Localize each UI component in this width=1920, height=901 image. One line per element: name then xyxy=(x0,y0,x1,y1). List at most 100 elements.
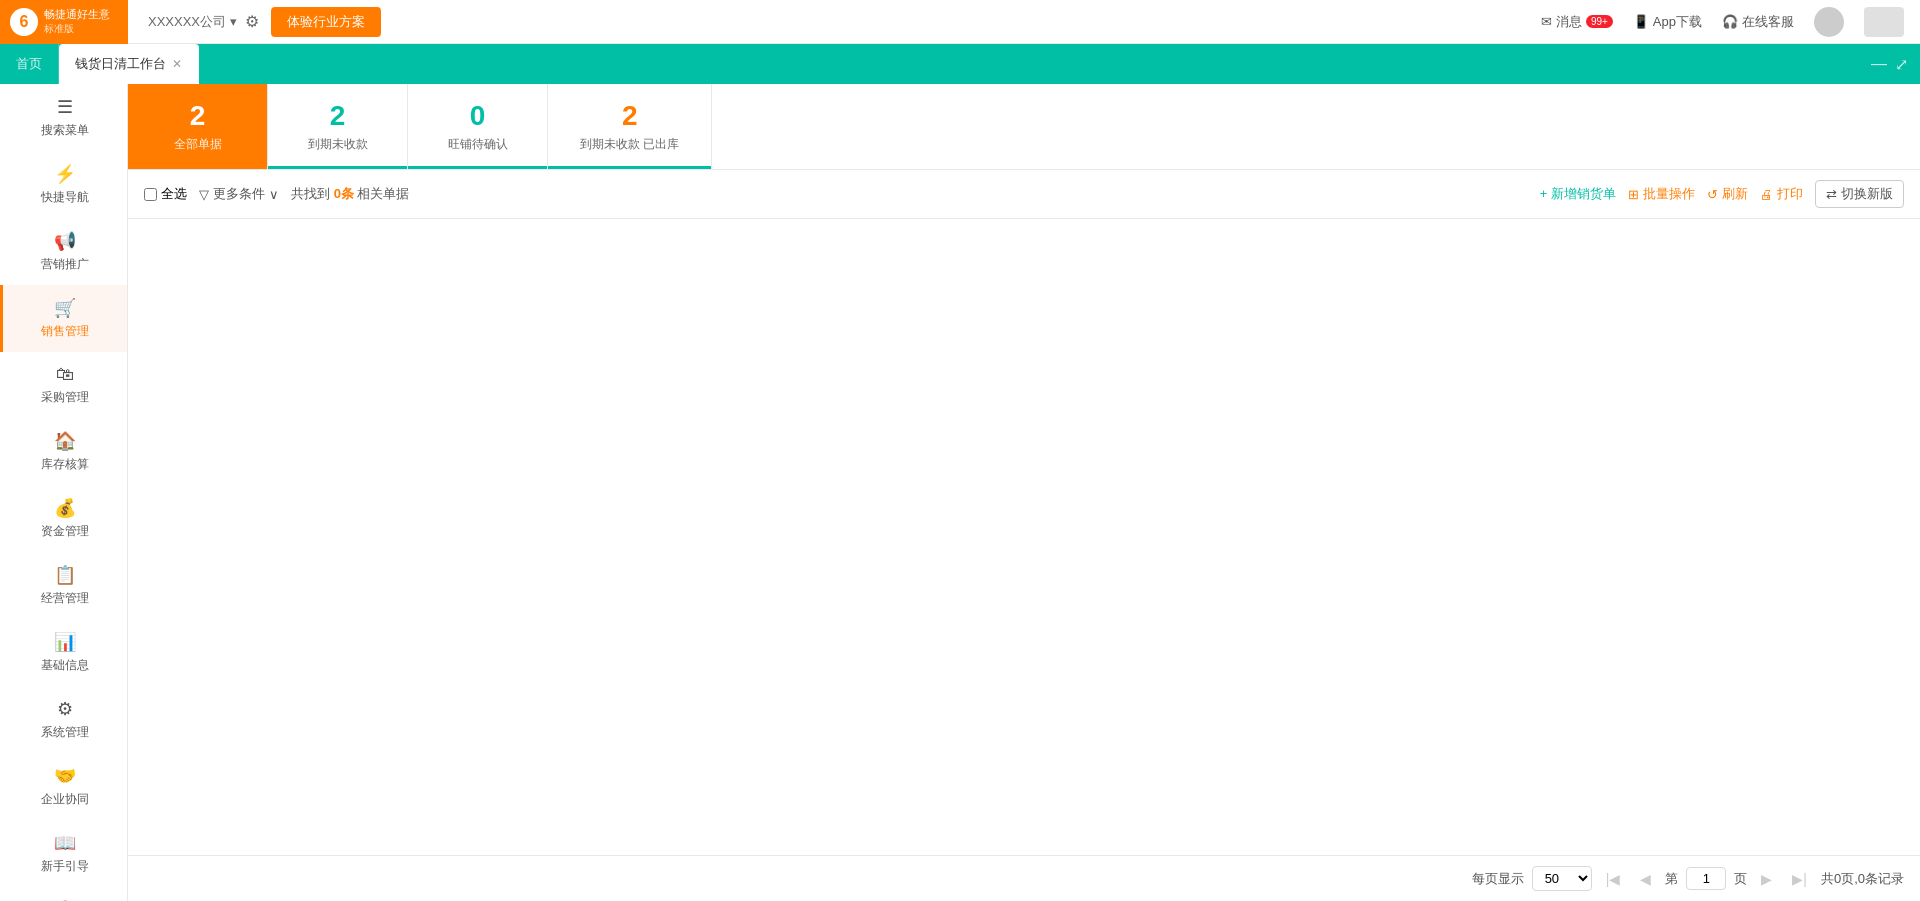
toolbar-left: 全选 ▽ 更多条件 ∨ 共找到 0条 相关单据 xyxy=(144,185,409,203)
batch-action-btn[interactable]: ⊞ 批量操作 xyxy=(1628,185,1695,203)
sidebar-item-purchase[interactable]: 🛍 采购管理 xyxy=(0,352,127,418)
sidebar-system-label: 系统管理 xyxy=(41,724,89,741)
select-all-label: 全选 xyxy=(161,185,187,203)
trial-button[interactable]: 体验行业方案 xyxy=(271,7,381,37)
sidebar-marketing-label: 营销推广 xyxy=(41,256,89,273)
page-input[interactable] xyxy=(1686,867,1726,890)
sidebar-nav-label: 快捷导航 xyxy=(41,189,89,206)
stat-shipped-label: 到期未收款 已出库 xyxy=(580,136,679,153)
nav-icon: ⚡ xyxy=(54,163,76,185)
filter-icon: ▽ xyxy=(199,187,209,202)
system-icon: ⚙ xyxy=(57,698,73,720)
print-btn[interactable]: 🖨 打印 xyxy=(1760,185,1803,203)
message-action[interactable]: ✉ 消息 99+ xyxy=(1541,13,1613,31)
next-page-btn[interactable]: ▶ xyxy=(1755,869,1778,889)
company-selector[interactable]: XXXXXX公司 ▾ xyxy=(148,13,237,31)
marketing-icon: 📢 xyxy=(54,230,76,252)
total-info: 共0页,0条记录 xyxy=(1821,870,1904,888)
tab-close-icon[interactable]: ✕ xyxy=(172,57,182,71)
main-content: 2 全部单据 2 到期未收款 0 旺铺待确认 2 到期未收款 已出库 xyxy=(128,84,1920,901)
sidebar-purchase-label: 采购管理 xyxy=(41,389,89,406)
switch-version-btn[interactable]: ⇄ 切换新版 xyxy=(1815,180,1904,208)
sidebar-item-apps[interactable]: 📦 应用中心 xyxy=(0,887,127,901)
top-header: 6 畅捷通好生意 标准版 XXXXXX公司 ▾ ⚙ 体验行业方案 ✉ 消息 99… xyxy=(0,0,1920,44)
sidebar-item-system[interactable]: ⚙ 系统管理 xyxy=(0,686,127,753)
sidebar-item-sales[interactable]: 🛒 销售管理 xyxy=(0,285,127,352)
user-name-area[interactable] xyxy=(1864,7,1904,37)
stat-all[interactable]: 2 全部单据 xyxy=(128,84,268,169)
stats-row: 2 全部单据 2 到期未收款 0 旺铺待确认 2 到期未收款 已出库 xyxy=(128,84,1920,170)
tab-minimize-icon[interactable]: — xyxy=(1871,55,1887,73)
sidebar-item-nav[interactable]: ⚡ 快捷导航 xyxy=(0,151,127,218)
found-count: 0条 xyxy=(334,186,354,201)
avatar[interactable] xyxy=(1814,7,1844,37)
message-icon: ✉ xyxy=(1541,14,1552,29)
settings-icon[interactable]: ⚙ xyxy=(245,12,259,31)
guide-icon: 📖 xyxy=(54,832,76,854)
tab-bar: 首页 钱货日清工作台 ✕ — ⤢ xyxy=(0,44,1920,84)
message-badge: 99+ xyxy=(1586,15,1613,28)
stat-overdue[interactable]: 2 到期未收款 xyxy=(268,84,408,169)
refresh-label: 刷新 xyxy=(1722,185,1748,203)
message-label: 消息 xyxy=(1556,13,1582,31)
sidebar-inventory-label: 库存核算 xyxy=(41,456,89,473)
stat-pending[interactable]: 0 旺铺待确认 xyxy=(408,84,548,169)
refresh-btn[interactable]: ↺ 刷新 xyxy=(1707,185,1748,203)
found-text-area: 共找到 0条 相关单据 xyxy=(291,185,409,203)
app-download-action[interactable]: 📱 App下载 xyxy=(1633,13,1702,31)
tab-expand-icon[interactable]: ⤢ xyxy=(1895,55,1908,74)
sidebar-item-enterprise[interactable]: 🤝 企业协同 xyxy=(0,753,127,820)
last-page-btn[interactable]: ▶| xyxy=(1786,869,1813,889)
page-unit: 页 xyxy=(1734,870,1747,888)
company-name: XXXXXX公司 xyxy=(148,13,226,31)
filter-down-icon: ∨ xyxy=(269,187,279,202)
switch-label: 切换新版 xyxy=(1841,185,1893,203)
stat-shipped[interactable]: 2 到期未收款 已出库 xyxy=(548,84,712,169)
sidebar-item-operation[interactable]: 📋 经营管理 xyxy=(0,552,127,619)
logo-icon: 6 xyxy=(10,8,38,36)
refresh-icon: ↺ xyxy=(1707,187,1718,202)
page-size-select[interactable]: 50 100 xyxy=(1532,866,1592,891)
sidebar-item-inventory[interactable]: 🏠 库存核算 xyxy=(0,418,127,485)
switch-icon: ⇄ xyxy=(1826,187,1837,202)
main-layout: ☰ 搜索菜单 ⚡ 快捷导航 📢 营销推广 🛒 销售管理 🛍 采购管理 🏠 库存核… xyxy=(0,84,1920,901)
headset-icon: 🎧 xyxy=(1722,14,1738,29)
enterprise-icon: 🤝 xyxy=(54,765,76,787)
header-right: ✉ 消息 99+ 📱 App下载 🎧 在线客服 xyxy=(1541,7,1904,37)
sidebar-item-guide[interactable]: 📖 新手引导 xyxy=(0,820,127,887)
sidebar-item-finance[interactable]: 💰 资金管理 xyxy=(0,485,127,552)
sidebar-operation-label: 经营管理 xyxy=(41,590,89,607)
add-label: + 新增销货单 xyxy=(1540,185,1616,203)
tab-home-label: 首页 xyxy=(16,55,42,73)
operation-icon: 📋 xyxy=(54,564,76,586)
online-service-action[interactable]: 🎧 在线客服 xyxy=(1722,13,1794,31)
app-download-label: App下载 xyxy=(1653,13,1702,31)
search-menu-icon: ☰ xyxy=(57,96,73,118)
sidebar-guide-label: 新手引导 xyxy=(41,858,89,875)
purchase-icon: 🛍 xyxy=(56,364,74,385)
sidebar-basic-label: 基础信息 xyxy=(41,657,89,674)
filter-button[interactable]: ▽ 更多条件 ∨ xyxy=(199,185,279,203)
dropdown-icon: ▾ xyxy=(230,14,237,29)
select-all-checkbox[interactable]: 全选 xyxy=(144,185,187,203)
found-prefix: 共找到 xyxy=(291,186,330,201)
toolbar: 全选 ▽ 更多条件 ∨ 共找到 0条 相关单据 + 新增销货单 xyxy=(128,170,1920,219)
add-sales-btn[interactable]: + 新增销货单 xyxy=(1536,185,1616,203)
page-label: 第 xyxy=(1665,870,1678,888)
prev-page-btn[interactable]: ◀ xyxy=(1634,869,1657,889)
logo-text: 畅捷通好生意 xyxy=(44,7,110,21)
print-icon: 🖨 xyxy=(1760,187,1773,202)
inventory-icon: 🏠 xyxy=(54,430,76,452)
tab-workbench-label: 钱货日清工作台 xyxy=(75,55,166,73)
basic-icon: 📊 xyxy=(54,631,76,653)
sidebar-item-search[interactable]: ☰ 搜索菜单 xyxy=(0,84,127,151)
tab-workbench[interactable]: 钱货日清工作台 ✕ xyxy=(59,44,199,84)
sidebar-item-marketing[interactable]: 📢 营销推广 xyxy=(0,218,127,285)
sidebar-finance-label: 资金管理 xyxy=(41,523,89,540)
sidebar-item-basic[interactable]: 📊 基础信息 xyxy=(0,619,127,686)
phone-icon: 📱 xyxy=(1633,14,1649,29)
first-page-btn[interactable]: |◀ xyxy=(1600,869,1627,889)
checkbox-input[interactable] xyxy=(144,188,157,201)
logo-sub: 标准版 xyxy=(44,22,110,36)
tab-home[interactable]: 首页 xyxy=(0,44,59,84)
